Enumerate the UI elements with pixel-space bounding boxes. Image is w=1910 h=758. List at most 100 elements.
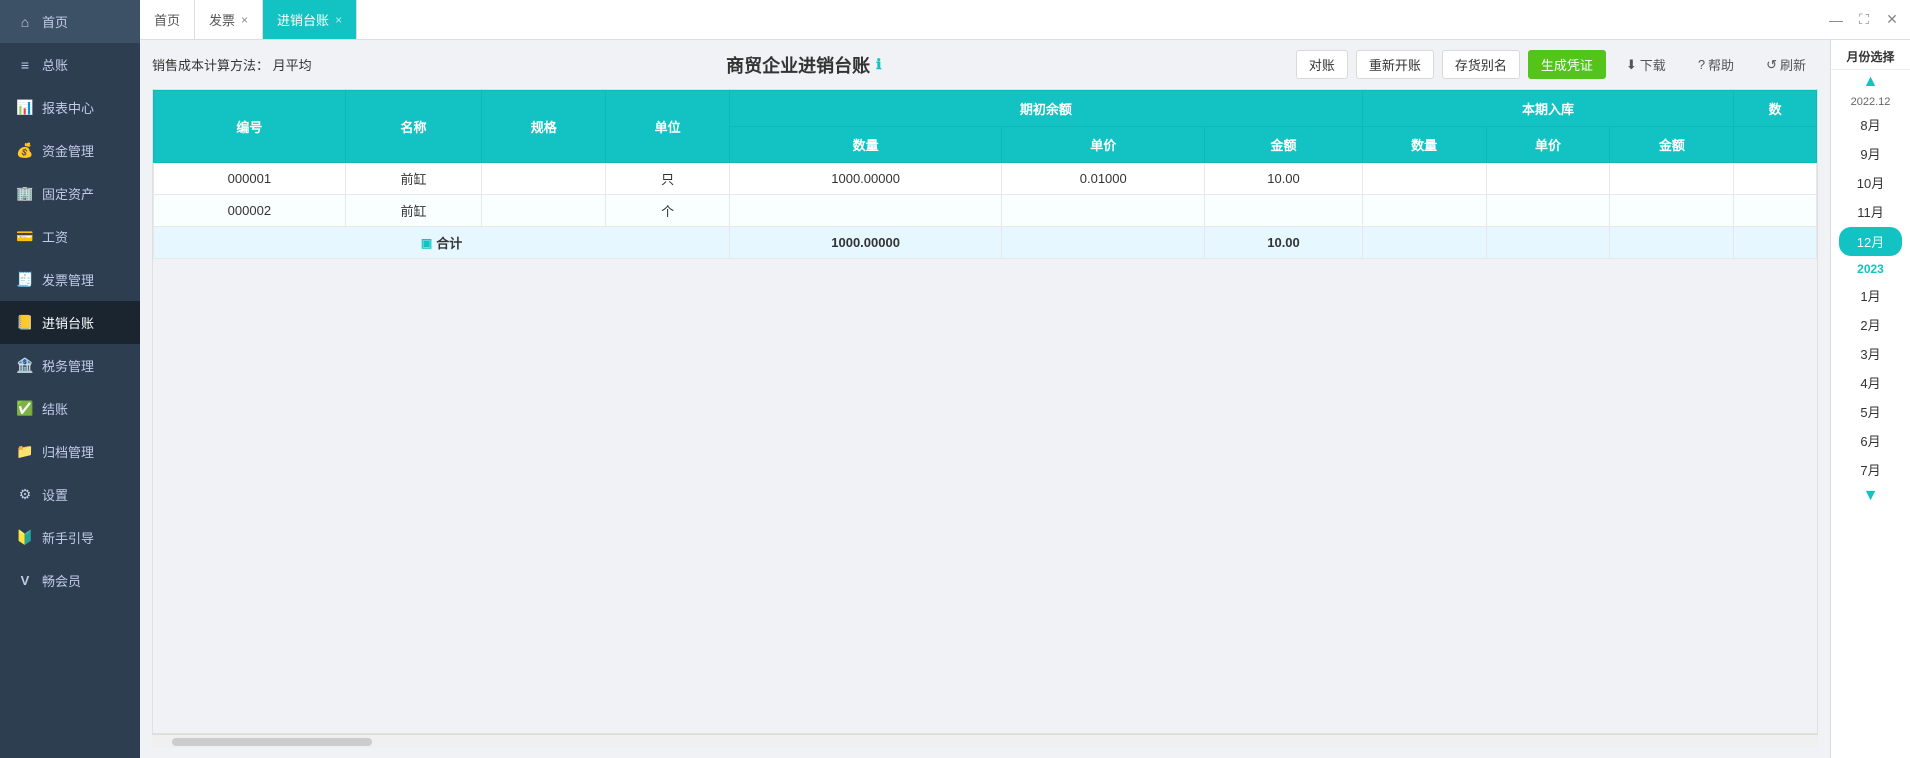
download-button[interactable]: ⬇ 下载 bbox=[1614, 51, 1678, 78]
cell-code: 000001 bbox=[154, 163, 346, 195]
col-open-unit-price: 单价 bbox=[1002, 127, 1205, 163]
month-item-5[interactable]: 5月 bbox=[1831, 397, 1910, 426]
month-item-4[interactable]: 4月 bbox=[1831, 368, 1910, 397]
total-label-cell: ▣ 合计 bbox=[154, 227, 730, 259]
total-label-text: 合计 bbox=[436, 233, 462, 252]
refresh-icon: ↺ bbox=[1766, 57, 1777, 73]
month-item-10[interactable]: 10月 bbox=[1831, 168, 1910, 197]
wages-icon: 💳 bbox=[16, 228, 34, 245]
month-item-2[interactable]: 2月 bbox=[1831, 310, 1910, 339]
total-out-qty bbox=[1734, 227, 1817, 259]
scrollbar-thumb[interactable] bbox=[172, 738, 372, 746]
month-prev-button[interactable]: ▲ bbox=[1857, 73, 1885, 91]
home-icon: ⌂ bbox=[16, 14, 34, 30]
generate-voucher-button[interactable]: 生成凭证 bbox=[1528, 50, 1606, 79]
save-alias-button[interactable]: 存货别名 bbox=[1442, 50, 1520, 79]
settings-icon: ⚙ bbox=[16, 486, 34, 503]
cell-name: 前缸 bbox=[345, 163, 482, 195]
tab-home[interactable]: 首页 bbox=[140, 0, 195, 39]
month-panel: 月份选择 ▲ 2022.12 8月 9月 10月 11月 12月 2023 1月… bbox=[1830, 40, 1910, 758]
sidebar-item-label: 设置 bbox=[42, 485, 68, 504]
tab-invoice-close[interactable]: × bbox=[241, 13, 248, 27]
month-item-9[interactable]: 9月 bbox=[1831, 139, 1910, 168]
table-wrap: 编号 名称 规格 单位 期初余额 本期入库 数 数量 单价 金额 数 bbox=[152, 89, 1818, 734]
cost-method: 销售成本计算方法： 月平均 bbox=[152, 55, 312, 74]
sidebar-item-wages[interactable]: 💳 工资 bbox=[0, 215, 140, 258]
sidebar-item-archive[interactable]: 📁 归档管理 bbox=[0, 430, 140, 473]
close-button[interactable]: ✕ bbox=[1882, 10, 1902, 30]
sidebar-item-label: 税务管理 bbox=[42, 356, 94, 375]
tax-icon: 🏦 bbox=[16, 357, 34, 374]
sidebar-item-tax[interactable]: 🏦 税务管理 bbox=[0, 344, 140, 387]
maximize-button[interactable]: ⛶ bbox=[1854, 10, 1874, 30]
sidebar-item-invoice-mgmt[interactable]: 🧾 发票管理 bbox=[0, 258, 140, 301]
col-more: 数 bbox=[1734, 91, 1817, 127]
main-table: 编号 名称 规格 单位 期初余额 本期入库 数 数量 单价 金额 数 bbox=[153, 90, 1817, 259]
month-item-12[interactable]: 12月 bbox=[1839, 227, 1902, 256]
cell-in-amount bbox=[1610, 163, 1734, 195]
month-next-button[interactable]: ▼ bbox=[1857, 487, 1885, 505]
col-in-qty: 数量 bbox=[1362, 127, 1486, 163]
total-row: ▣ 合计 1000.00000 10.00 bbox=[154, 227, 1817, 259]
purchase-sale-icon: 📒 bbox=[16, 314, 34, 331]
total-open-unit-price bbox=[1002, 227, 1205, 259]
month-item-1[interactable]: 1月 bbox=[1831, 281, 1910, 310]
sidebar-item-label: 首页 bbox=[42, 12, 68, 31]
sidebar-item-member[interactable]: V 畅会员 bbox=[0, 559, 140, 602]
cell-spec bbox=[482, 195, 606, 227]
sidebar-item-assets[interactable]: 🏢 固定资产 bbox=[0, 172, 140, 215]
col-code: 编号 bbox=[154, 91, 346, 163]
help-button[interactable]: ? 帮助 bbox=[1686, 51, 1746, 78]
tab-bar: 首页 发票 × 进销台账 × — ⛶ ✕ bbox=[140, 0, 1910, 40]
help-icon: ? bbox=[1698, 57, 1705, 72]
cost-method-value: 月平均 bbox=[273, 58, 312, 73]
sidebar-item-reports[interactable]: 📊 报表中心 bbox=[0, 86, 140, 129]
sidebar-item-checkout[interactable]: ✅ 结账 bbox=[0, 387, 140, 430]
refresh-label: 刷新 bbox=[1780, 55, 1806, 74]
content-area: 销售成本计算方法： 月平均 商贸企业进销台账 ℹ 对账 重新开账 存货别名 生成… bbox=[140, 40, 1910, 758]
tab-invoice[interactable]: 发票 × bbox=[195, 0, 263, 39]
sidebar-item-home[interactable]: ⌂ 首页 bbox=[0, 0, 140, 43]
month-item-3[interactable]: 3月 bbox=[1831, 339, 1910, 368]
cell-in-unit-price bbox=[1486, 163, 1610, 195]
assets-icon: 🏢 bbox=[16, 185, 34, 202]
sidebar-item-purchase-sale[interactable]: 📒 进销台账 bbox=[0, 301, 140, 344]
sidebar-item-funds[interactable]: 💰 资金管理 bbox=[0, 129, 140, 172]
sidebar-item-label: 畅会员 bbox=[42, 571, 81, 590]
refresh-button[interactable]: ↺ 刷新 bbox=[1754, 51, 1818, 78]
cell-in-unit-price bbox=[1486, 195, 1610, 227]
tab-purchase-sale-close[interactable]: × bbox=[335, 13, 342, 27]
minimize-button[interactable]: — bbox=[1826, 10, 1846, 30]
info-icon[interactable]: ℹ bbox=[876, 56, 881, 73]
page-title: 商贸企业进销台账 ℹ bbox=[726, 52, 881, 78]
main-area: 首页 发票 × 进销台账 × — ⛶ ✕ 销售成本计算方法： 月平均 商贸 bbox=[140, 0, 1910, 758]
month-item-7[interactable]: 7月 bbox=[1831, 455, 1910, 484]
month-item-8[interactable]: 8月 bbox=[1831, 110, 1910, 139]
tab-purchase-sale[interactable]: 进销台账 × bbox=[263, 0, 357, 39]
month-nav-down: ▼ bbox=[1831, 484, 1910, 508]
cell-code: 000002 bbox=[154, 195, 346, 227]
reports-icon: 📊 bbox=[16, 99, 34, 116]
year-2023-label: 2023 bbox=[1831, 257, 1910, 281]
sidebar-item-label: 发票管理 bbox=[42, 270, 94, 289]
total-in-qty bbox=[1362, 227, 1486, 259]
sidebar-item-ledger[interactable]: ≡ 总账 bbox=[0, 43, 140, 86]
month-item-6[interactable]: 6月 bbox=[1831, 426, 1910, 455]
table-row[interactable]: 000001 前缸 只 1000.00000 0.01000 10.00 bbox=[154, 163, 1817, 195]
total-in-amount bbox=[1610, 227, 1734, 259]
table-row[interactable]: 000002 前缸 个 bbox=[154, 195, 1817, 227]
cell-unit: 个 bbox=[606, 195, 730, 227]
sidebar-item-settings[interactable]: ⚙ 设置 bbox=[0, 473, 140, 516]
reconcile-button[interactable]: 对账 bbox=[1296, 50, 1348, 79]
col-spec: 规格 bbox=[482, 91, 606, 163]
horizontal-scrollbar[interactable] bbox=[152, 734, 1818, 748]
total-in-unit-price bbox=[1486, 227, 1610, 259]
month-item-11[interactable]: 11月 bbox=[1831, 197, 1910, 226]
cell-open-qty bbox=[730, 195, 1002, 227]
month-panel-title: 月份选择 bbox=[1831, 44, 1910, 70]
cell-open-unit-price: 0.01000 bbox=[1002, 163, 1205, 195]
sidebar-item-guide[interactable]: 🔰 新手引导 bbox=[0, 516, 140, 559]
sidebar: ⌂ 首页 ≡ 总账 📊 报表中心 💰 资金管理 🏢 固定资产 💳 工资 🧾 发票… bbox=[0, 0, 140, 758]
col-in-unit-price: 单价 bbox=[1486, 127, 1610, 163]
reopen-button[interactable]: 重新开账 bbox=[1356, 50, 1434, 79]
